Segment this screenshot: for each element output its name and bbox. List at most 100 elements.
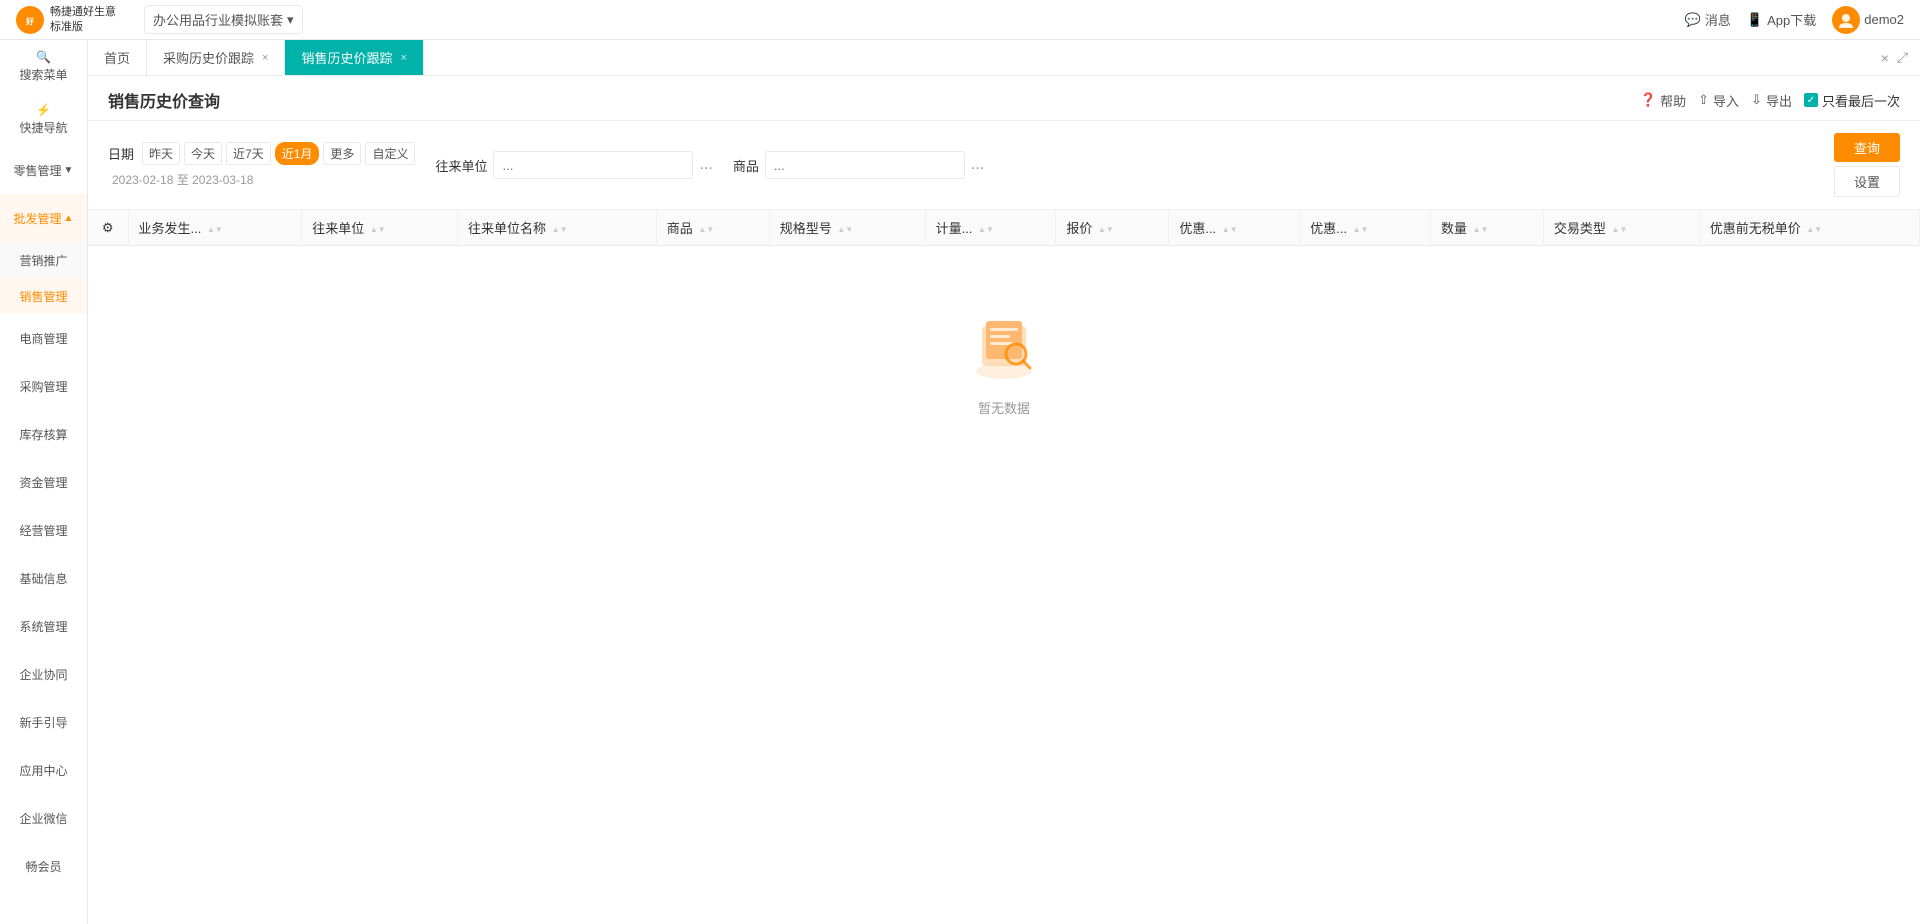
sidebar-item-finance[interactable]: 资金管理 [0,458,87,506]
page-header: 销售历史价查询 ❓ 帮助 ⇧ 导入 ⇩ 导出 ✓ [88,76,1920,121]
export-button[interactable]: ⇩ 导出 [1751,91,1792,110]
product-filter-label: 商品 [733,156,759,175]
content-area: 首页 采购历史价跟踪 × 销售历史价跟踪 × × ⤢ 销售历史价查询 [88,40,1920,924]
chevron-up-icon: ▲ [64,213,74,224]
sidebar-item-member[interactable]: 畅会员 [0,842,87,890]
tab-close-purchase[interactable]: × [262,52,268,64]
sidebar-item-ecommerce[interactable]: 电商管理 [0,314,87,362]
sidebar-item-wholesale[interactable]: 批发管理 ▲ [0,194,87,242]
partner-dots-button[interactable]: ... [699,156,712,174]
sidebar-item-purchase[interactable]: 采购管理 [0,362,87,410]
col-unit[interactable]: 计量... ▲▼ [925,210,1056,246]
tab-home[interactable]: 首页 [88,40,147,75]
data-table: ⚙ 业务发生... ▲▼ 往来单位 ▲▼ 往来单位名称 [88,210,1920,246]
sidebar-item-search[interactable]: 🔍 搜索菜单 [0,40,87,93]
workspace-selector[interactable]: 办公用品行业模拟账套 ▾ [144,5,303,34]
sort-icon: ▲▼ [552,225,568,234]
export-icon: ⇩ [1751,92,1762,108]
date-btn-1month[interactable]: 近1月 [275,142,320,165]
product-input[interactable] [765,151,965,179]
date-buttons: 昨天 今天 近7天 近1月 更多 自定义 [142,142,415,165]
help-icon: ❓ [1640,92,1656,108]
tab-sales-track[interactable]: 销售历史价跟踪 × [285,40,423,75]
empty-icon [964,306,1044,386]
only-last-checkbox-label[interactable]: ✓ 只看最后一次 [1804,91,1900,110]
help-button[interactable]: ❓ 帮助 [1640,91,1686,110]
sort-icon: ▲▼ [837,225,853,234]
checkbox-checked-icon: ✓ [1804,93,1818,107]
sidebar-item-retail[interactable]: 零售管理 ▼ [0,146,87,194]
top-header: 好 畅捷通好生意 标准版 办公用品行业模拟账套 ▾ 💬 消息 📱 App下载 [0,0,1920,40]
table-header-row: ⚙ 业务发生... ▲▼ 往来单位 ▲▼ 往来单位名称 [88,210,1920,246]
filter-area: 日期 昨天 今天 近7天 近1月 更多 自定义 2023-02-18 至 202… [88,121,1920,210]
date-range-row: 2023-02-18 至 2023-03-18 [108,171,415,188]
col-partner-name[interactable]: 往来单位名称 ▲▼ [458,210,657,246]
app-download-button[interactable]: 📱 App下载 [1747,10,1816,29]
table-area: ⚙ 业务发生... ▲▼ 往来单位 ▲▼ 往来单位名称 [88,210,1920,924]
message-icon: 💬 [1685,12,1701,28]
sidebar-item-sales[interactable]: 销售管理 [0,278,87,314]
date-range-text: 2023-02-18 至 2023-03-18 [112,171,253,188]
product-filter-group: 商品 ... [733,151,984,179]
import-button[interactable]: ⇧ 导入 [1698,91,1739,110]
date-btn-more[interactable]: 更多 [323,142,361,165]
col-price[interactable]: 报价 ▲▼ [1056,210,1169,246]
tab-maximize-button[interactable]: ⤢ [1897,49,1908,66]
import-icon: ⇧ [1698,92,1709,108]
col-trade-type[interactable]: 交易类型 ▲▼ [1543,210,1699,246]
tab-close-sales[interactable]: × [400,52,406,64]
date-btn-today[interactable]: 今天 [184,142,222,165]
header-left: 好 畅捷通好生意 标准版 办公用品行业模拟账套 ▾ [16,5,303,34]
sidebar-item-guide[interactable]: 新手引导 [0,698,87,746]
tab-bar-actions: × ⤢ [1881,49,1920,66]
sidebar-item-enterprise[interactable]: 企业协同 [0,650,87,698]
col-quantity[interactable]: 数量 ▲▼ [1430,210,1543,246]
sort-icon: ▲▼ [1806,225,1822,234]
col-discount2[interactable]: 优惠... ▲▼ [1300,210,1431,246]
col-discount1[interactable]: 优惠... ▲▼ [1169,210,1300,246]
product-dots-button[interactable]: ... [971,156,984,174]
page-container: 销售历史价查询 ❓ 帮助 ⇧ 导入 ⇩ 导出 ✓ [88,76,1920,924]
col-biz-date[interactable]: 业务发生... ▲▼ [128,210,302,246]
tab-close-all-button[interactable]: × [1881,50,1889,66]
settings-button[interactable]: 设置 [1834,166,1900,197]
svg-text:好: 好 [25,16,34,26]
main-layout: 🔍 搜索菜单 ⚡ 快捷导航 零售管理 ▼ 批发管理 ▲ 营销推广 销售管理 电商… [0,40,1920,924]
date-filter-top: 日期 昨天 今天 近7天 近1月 更多 自定义 [108,142,415,165]
sidebar-item-appstore[interactable]: 应用中心 [0,746,87,794]
logo-icon: 好 [16,6,44,34]
empty-state: 暂无数据 [88,246,1920,477]
col-spec[interactable]: 规格型号 ▲▼ [769,210,925,246]
col-product[interactable]: 商品 ▲▼ [656,210,769,246]
date-btn-custom[interactable]: 自定义 [365,142,415,165]
sidebar-item-system[interactable]: 系统管理 [0,602,87,650]
sidebar-item-basic[interactable]: 基础信息 [0,554,87,602]
col-partner-code[interactable]: 往来单位 ▲▼ [302,210,458,246]
date-btn-yesterday[interactable]: 昨天 [142,142,180,165]
sort-icon: ▲▼ [1098,225,1114,234]
tab-bar: 首页 采购历史价跟踪 × 销售历史价跟踪 × × ⤢ [88,40,1920,76]
chevron-down-icon: ▼ [64,165,74,176]
table-header: ⚙ 业务发生... ▲▼ 往来单位 ▲▼ 往来单位名称 [88,210,1920,246]
header-right: 💬 消息 📱 App下载 demo2 [1685,6,1904,34]
tab-purchase-track[interactable]: 采购历史价跟踪 × [147,40,285,75]
query-button[interactable]: 查询 [1834,133,1900,162]
search-icon: 🔍 [36,50,51,64]
message-button[interactable]: 💬 消息 [1685,10,1731,29]
date-btn-7days[interactable]: 近7天 [226,142,271,165]
col-settings[interactable]: ⚙ [88,210,128,246]
phone-icon: 📱 [1747,12,1763,28]
sort-icon: ▲▼ [370,225,386,234]
col-tax-price[interactable]: 优惠前无税单价 ▲▼ [1699,210,1919,246]
sidebar-item-operations[interactable]: 经营管理 [0,506,87,554]
sidebar-item-marketing[interactable]: 营销推广 [0,242,87,278]
sidebar-item-quick-nav[interactable]: ⚡ 快捷导航 [0,93,87,146]
partner-input[interactable] [493,151,693,179]
user-profile[interactable]: demo2 [1832,6,1904,34]
sidebar-item-inventory[interactable]: 库存核算 [0,410,87,458]
sort-icon: ▲▼ [207,225,223,234]
logo-text: 畅捷通好生意 标准版 [50,5,116,34]
filter-buttons: 查询 设置 [1834,133,1900,197]
sidebar-item-wechat[interactable]: 企业微信 [0,794,87,842]
page-actions: ❓ 帮助 ⇧ 导入 ⇩ 导出 ✓ 只看最后一次 [1640,91,1900,110]
